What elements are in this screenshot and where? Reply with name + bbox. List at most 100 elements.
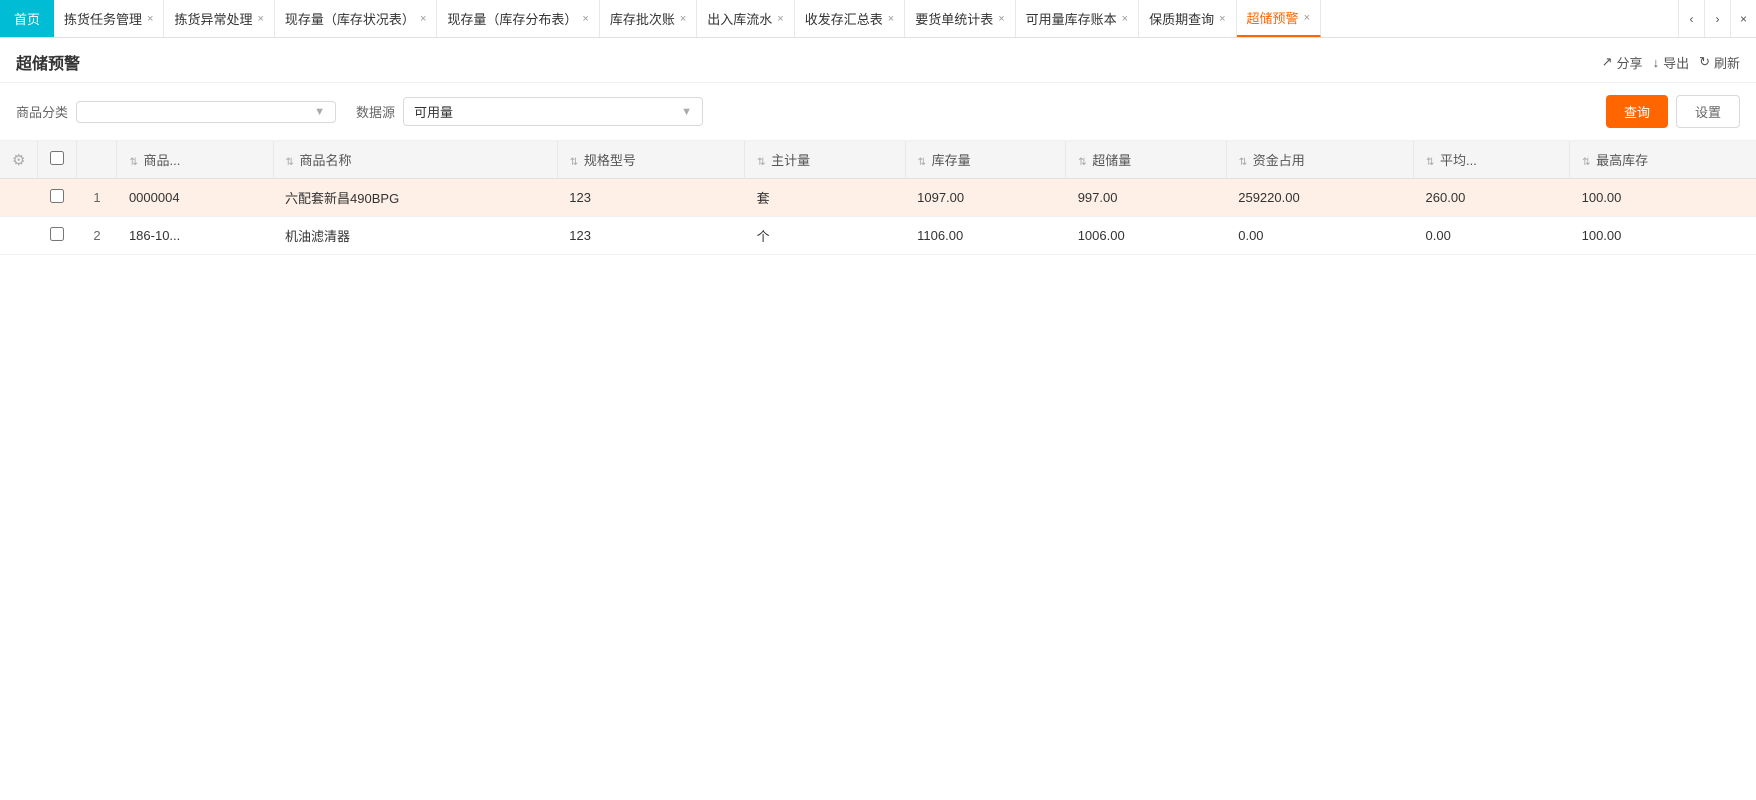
table-wrapper: ⚙ ⇅ 商品... ⇅ 商品名称 ⇅	[0, 141, 1756, 255]
row-checkbox-cell[interactable]	[38, 217, 77, 255]
col-label-name: 商品名称	[300, 153, 352, 168]
col-header-name[interactable]: ⇅ 商品名称	[273, 141, 557, 179]
tab-tab-5[interactable]: 库存批次账 ×	[600, 0, 697, 37]
col-label-spec: 规格型号	[584, 153, 636, 168]
tab-close[interactable]: ×	[420, 13, 426, 25]
tab-tab-2[interactable]: 拣货异常处理×	[164, 0, 274, 37]
refresh-button[interactable]: ↻ 刷新	[1699, 53, 1740, 72]
share-button[interactable]: ↗ 分享	[1602, 53, 1643, 72]
settings-button[interactable]: 设置	[1676, 95, 1740, 128]
tab-tab-7[interactable]: 收发存汇总表×	[795, 0, 905, 37]
col-label-unit: 主计量	[771, 153, 810, 168]
col-header-spec[interactable]: ⇅ 规格型号	[557, 141, 744, 179]
row-unit: 套	[745, 179, 906, 217]
col-header-over[interactable]: ⇅ 超储量	[1066, 141, 1227, 179]
col-header-avg[interactable]: ⇅ 平均...	[1414, 141, 1570, 179]
tab-label: 现存量（库存状况表）	[285, 9, 415, 28]
table-body: 1 0000004 六配套新昌490BPG 123 套 1097.00 997.…	[0, 179, 1756, 255]
datasource-select[interactable]: 可用量 ▼	[403, 97, 703, 126]
tab-close[interactable]: ×	[147, 13, 153, 25]
col-label-maxstock: 最高库存	[1596, 153, 1648, 168]
datasource-select-value: 可用量	[414, 102, 453, 121]
col-label-avg: 平均...	[1440, 153, 1477, 168]
tab-tab-9[interactable]: 可用量库存账本 ×	[1016, 0, 1139, 37]
col-header-checkbox[interactable]	[38, 141, 77, 179]
col-header-unit[interactable]: ⇅ 主计量	[745, 141, 906, 179]
page-actions: ↗ 分享 ↓ 导出 ↻ 刷新	[1602, 53, 1740, 72]
query-button[interactable]: 查询	[1606, 95, 1668, 128]
col-header-code[interactable]: ⇅ 商品...	[117, 141, 273, 179]
col-header-maxstock[interactable]: ⇅ 最高库存	[1570, 141, 1756, 179]
col-header-gear[interactable]: ⚙	[0, 141, 38, 179]
sort-icon-maxstock: ⇅	[1582, 157, 1590, 168]
row-checkbox[interactable]	[50, 227, 64, 241]
col-label-capital: 资金占用	[1253, 153, 1305, 168]
col-label-over: 超储量	[1092, 153, 1131, 168]
tab-close[interactable]: ×	[582, 13, 588, 25]
table-header-row: ⚙ ⇅ 商品... ⇅ 商品名称 ⇅	[0, 141, 1756, 179]
col-header-capital[interactable]: ⇅ 资金占用	[1226, 141, 1413, 179]
row-stock: 1097.00	[905, 179, 1066, 217]
data-table: ⚙ ⇅ 商品... ⇅ 商品名称 ⇅	[0, 141, 1756, 255]
filter-buttons: 查询 设置	[1606, 95, 1740, 128]
table-row: 2 186-10... 机油滤清器 123 个 1106.00 1006.00 …	[0, 217, 1756, 255]
nav-next-button[interactable]: ›	[1704, 0, 1730, 37]
topbar: 首页 拣货任务管理×拣货异常处理×现存量（库存状况表）×现存量（库存分布表）×库…	[0, 0, 1756, 38]
row-avg: 260.00	[1414, 179, 1570, 217]
row-stock: 1106.00	[905, 217, 1066, 255]
col-header-stock[interactable]: ⇅ 库存量	[905, 141, 1066, 179]
tab-close[interactable]: ×	[680, 13, 686, 25]
row-maxstock: 100.00	[1570, 217, 1756, 255]
tab-label: 现存量（库存分布表）	[447, 9, 577, 28]
tab-label: 超储预警	[1247, 8, 1299, 27]
row-code: 186-10...	[117, 217, 273, 255]
row-spec: 123	[557, 179, 744, 217]
row-index: 1	[77, 179, 117, 217]
tab-tab-4[interactable]: 现存量（库存分布表） ×	[437, 0, 599, 37]
row-name: 六配套新昌490BPG	[273, 179, 557, 217]
sort-icon-code: ⇅	[129, 157, 137, 168]
tabs-container: 拣货任务管理×拣货异常处理×现存量（库存状况表）×现存量（库存分布表）×库存批次…	[54, 0, 1321, 37]
row-spec: 123	[557, 217, 744, 255]
col-label-stock: 库存量	[932, 153, 971, 168]
tab-tab-8[interactable]: 要货单统计表×	[905, 0, 1015, 37]
row-index: 2	[77, 217, 117, 255]
tab-close[interactable]: ×	[888, 13, 894, 25]
page-title: 超储预警	[16, 50, 80, 74]
nav-close-button[interactable]: ×	[1730, 0, 1756, 37]
nav-arrows: ‹ › ×	[1678, 0, 1756, 37]
datasource-filter-group: 数据源 可用量 ▼	[356, 97, 703, 126]
tab-close[interactable]: ×	[1122, 13, 1128, 25]
tab-label: 库存批次账	[610, 9, 675, 28]
tab-close[interactable]: ×	[777, 13, 783, 25]
tab-label: 保质期查询	[1149, 9, 1214, 28]
row-maxstock: 100.00	[1570, 179, 1756, 217]
tab-tab-1[interactable]: 拣货任务管理 ×	[54, 0, 164, 37]
row-name: 机油滤清器	[273, 217, 557, 255]
home-tab[interactable]: 首页	[0, 0, 54, 37]
select-all-checkbox[interactable]	[50, 151, 64, 165]
nav-prev-button[interactable]: ‹	[1678, 0, 1704, 37]
tab-label: 拣货任务管理	[64, 9, 142, 28]
tab-tab-11[interactable]: 超储预警 ×	[1237, 0, 1321, 37]
tab-tab-3[interactable]: 现存量（库存状况表） ×	[275, 0, 437, 37]
export-button[interactable]: ↓ 导出	[1653, 53, 1690, 72]
row-checkbox-cell[interactable]	[38, 179, 77, 217]
category-filter-label: 商品分类	[16, 102, 68, 121]
sort-icon-spec: ⇅	[570, 157, 578, 168]
tab-close[interactable]: ×	[257, 13, 263, 25]
datasource-filter-label: 数据源	[356, 102, 395, 121]
tab-label: 可用量库存账本	[1026, 9, 1117, 28]
sort-icon-name: ⇅	[286, 157, 294, 168]
share-label: 分享	[1617, 53, 1643, 72]
tab-tab-6[interactable]: 出入库流水×	[697, 0, 794, 37]
category-select[interactable]: ▼	[76, 101, 336, 123]
tab-tab-10[interactable]: 保质期查询 ×	[1139, 0, 1236, 37]
row-gear-cell	[0, 217, 38, 255]
row-unit: 个	[745, 217, 906, 255]
tab-close[interactable]: ×	[1219, 13, 1225, 25]
tab-close[interactable]: ×	[998, 13, 1004, 25]
tab-close[interactable]: ×	[1304, 12, 1310, 24]
gear-header-icon: ⚙	[12, 152, 25, 169]
row-checkbox[interactable]	[50, 189, 64, 203]
